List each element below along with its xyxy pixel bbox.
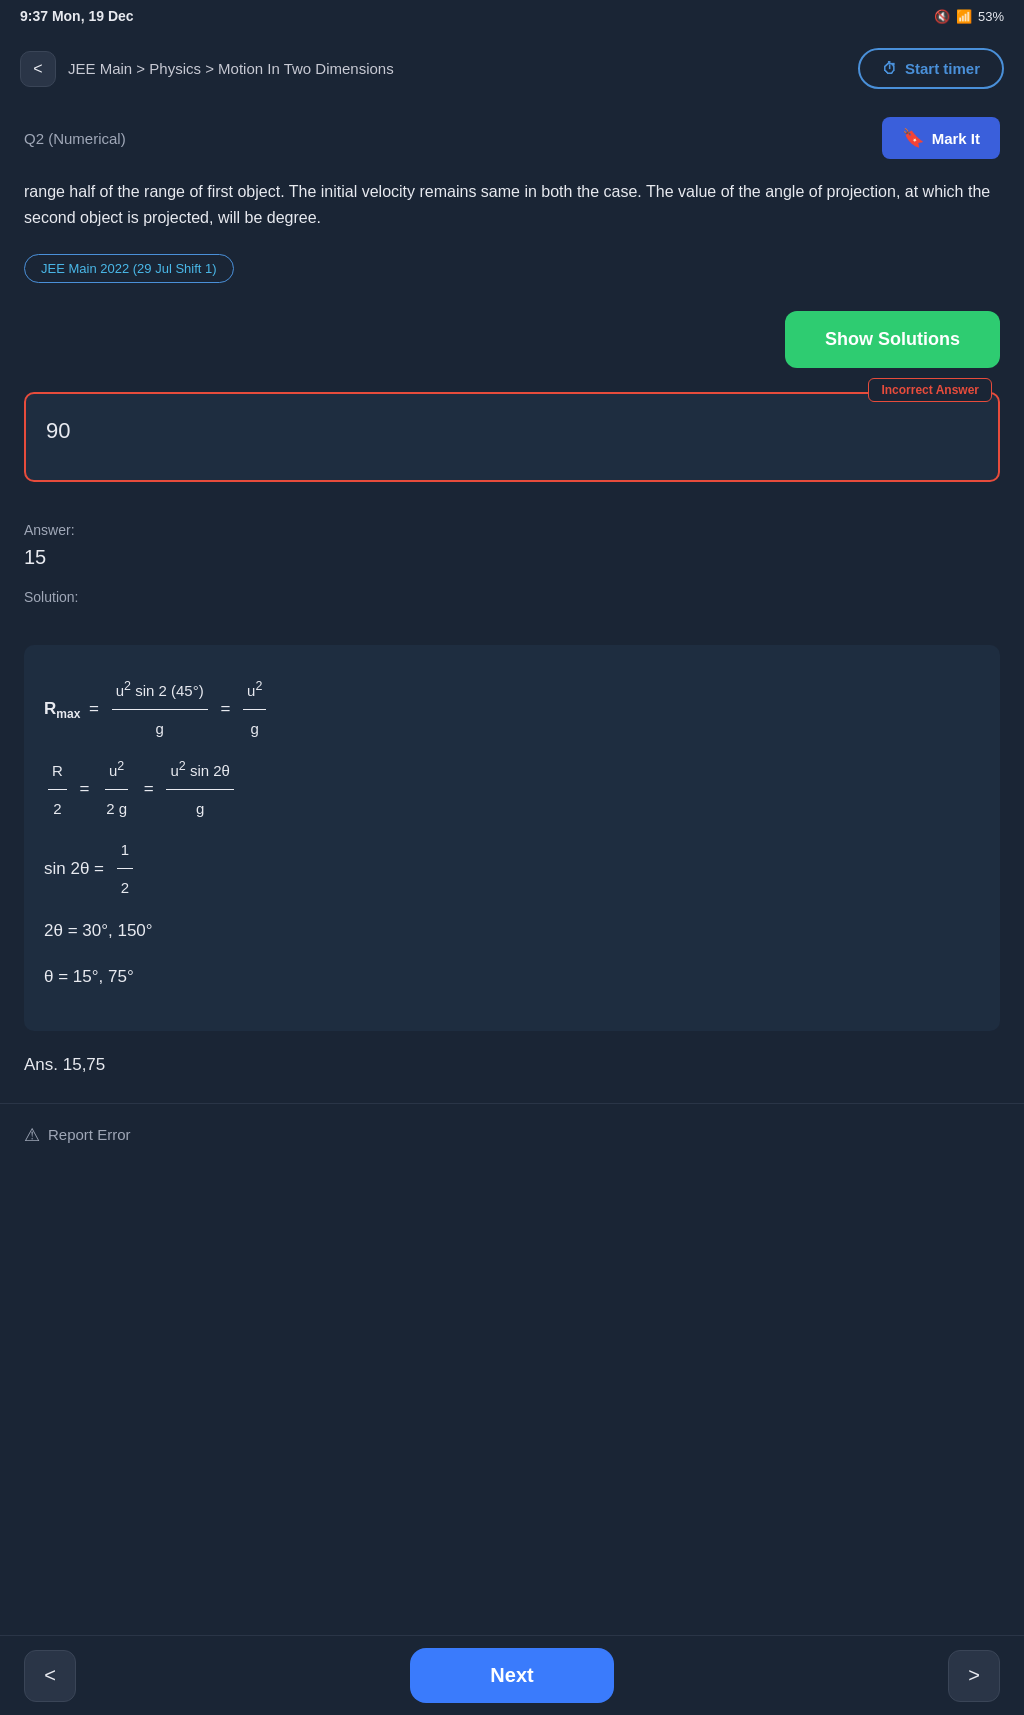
wifi-icon: 📶 (956, 9, 972, 24)
question-meta: Q2 (Numerical) 🔖 Mark It (0, 105, 1024, 171)
mark-it-label: Mark It (932, 130, 980, 147)
fraction-u22g: u2 2 g (102, 753, 131, 825)
prev-button[interactable]: < (24, 1650, 76, 1702)
show-solutions-button[interactable]: Show Solutions (785, 311, 1000, 368)
formula-row-2: R 2 = u2 2 g = u2 sin 2θ g (44, 753, 980, 825)
start-timer-button[interactable]: ⏱ Start timer (858, 48, 1004, 89)
breadcrumb: JEE Main > Physics > Motion In Two Dimen… (68, 60, 394, 77)
header-left: < JEE Main > Physics > Motion In Two Dim… (20, 51, 394, 87)
fraction-u2sin2theta: u2 sin 2θ g (166, 753, 234, 825)
answer-section: Answer: 15 Solution: (0, 506, 1024, 637)
question-label: Q2 (Numerical) (24, 130, 126, 147)
fraction-2: u2 g (243, 673, 266, 745)
fraction-r2: R 2 (48, 754, 67, 825)
user-answer-value: 90 (46, 418, 70, 443)
answer-input-box[interactable]: 90 (24, 392, 1000, 482)
back-button[interactable]: < (20, 51, 56, 87)
status-time: 9:37 Mon, 19 Dec (20, 8, 134, 24)
show-solutions-row: Show Solutions (0, 303, 1024, 384)
answer-box-container: Incorrect Answer 90 (24, 392, 1000, 482)
exam-tag[interactable]: JEE Main 2022 (29 Jul Shift 1) (24, 254, 234, 283)
next-button[interactable]: Next (410, 1648, 613, 1703)
formula-row-5: θ = 15°, 75° (44, 958, 980, 995)
report-error-row[interactable]: ⚠ Report Error (0, 1112, 1024, 1166)
math-solution-block: Rmax = u2 sin 2 (45°) g = u2 g R 2 = u2 … (24, 645, 1000, 1031)
report-error-label: Report Error (48, 1126, 131, 1143)
tag-row: JEE Main 2022 (29 Jul Shift 1) (0, 246, 1024, 303)
formula-row-1: Rmax = u2 sin 2 (45°) g = u2 g (44, 673, 980, 745)
final-answer: Ans. 15,75 (0, 1047, 1024, 1095)
fraction-half: 1 2 (117, 833, 133, 904)
next-arrow-button[interactable]: > (948, 1650, 1000, 1702)
warning-icon: ⚠ (24, 1124, 40, 1146)
formula-row-4: 2θ = 30°, 150° (44, 912, 980, 949)
mark-it-button[interactable]: 🔖 Mark It (882, 117, 1000, 159)
header: < JEE Main > Physics > Motion In Two Dim… (0, 32, 1024, 105)
answer-value: 15 (24, 546, 1000, 569)
solution-label: Solution: (24, 589, 1000, 605)
formula-row-3: sin 2θ = 1 2 (44, 833, 980, 904)
start-timer-label: Start timer (905, 60, 980, 77)
battery-text: 53% (978, 9, 1004, 24)
divider (0, 1103, 1024, 1104)
question-text: range half of the range of first object.… (0, 171, 1024, 246)
rmax-label: Rmax (44, 690, 80, 728)
status-icons: 🔇 📶 53% (934, 9, 1004, 24)
incorrect-badge: Incorrect Answer (868, 378, 992, 402)
answer-label: Answer: (24, 522, 1000, 538)
timer-icon: ⏱ (882, 60, 897, 77)
bottom-nav: < Next > (0, 1635, 1024, 1715)
theta-eq: θ = 15°, 75° (44, 958, 134, 995)
mute-icon: 🔇 (934, 9, 950, 24)
bookmark-icon: 🔖 (902, 127, 924, 149)
status-bar: 9:37 Mon, 19 Dec 🔇 📶 53% (0, 0, 1024, 32)
fraction-1: u2 sin 2 (45°) g (112, 673, 208, 745)
two-theta-eq: 2θ = 30°, 150° (44, 912, 153, 949)
